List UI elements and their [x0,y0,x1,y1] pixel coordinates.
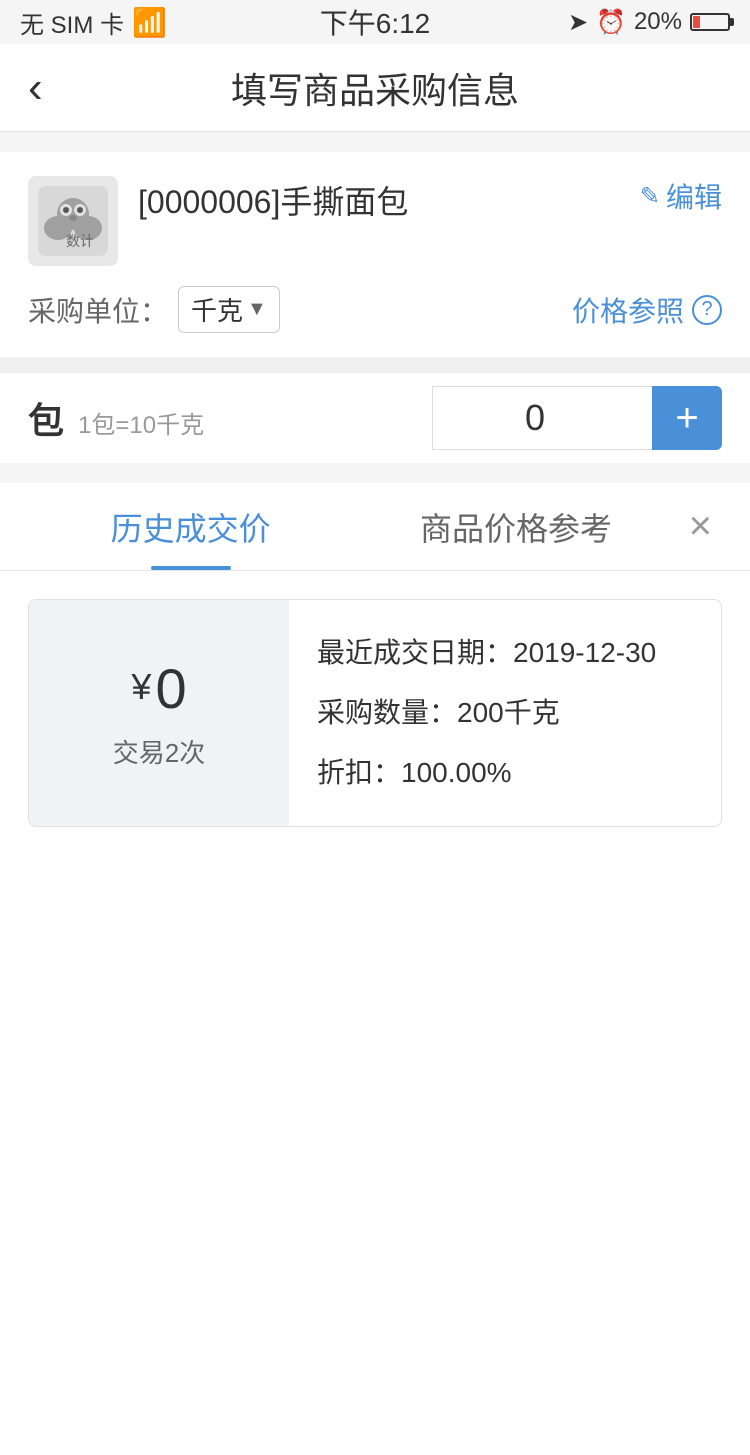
qty-right: + [432,386,722,450]
info-icon: ? [692,295,722,325]
recent-date-value: 2019-12-30 [513,637,656,668]
unit-label: 采购单位： 千克 ▼ [28,286,280,333]
back-icon: ‹ [28,63,43,113]
svg-text:数计: 数计 [66,233,94,249]
history-card: ¥ 0 交易2次 最近成交日期：2019-12-30 采购数量：200千克 折扣… [28,599,722,827]
tab-header: 历史成交价 商品价格参考 × [0,483,750,571]
alarm-icon: ⏰ [596,8,626,37]
qty-plus-button[interactable]: + [652,386,722,450]
battery-indicator [690,13,730,31]
plus-icon: + [675,396,698,441]
history-content: ¥ 0 交易2次 最近成交日期：2019-12-30 采购数量：200千克 折扣… [0,571,750,855]
sim-label: 无 SIM 卡 [20,5,124,40]
discount-label: 折扣： [317,757,401,788]
product-meta: 采购单位： 千克 ▼ 价格参照 ? [28,286,722,333]
tab-history-label: 历史成交价 [111,504,271,550]
tab-price-ref-label: 商品价格参考 [420,504,612,550]
back-button[interactable]: ‹ [28,63,43,113]
edit-button[interactable]: ✎ 编辑 [640,176,722,216]
price-symbol: ¥ [131,666,151,708]
price-display: ¥ 0 [131,656,186,721]
product-thumbnail: 数计 [28,176,118,266]
qty-unit-desc: 1包=10千克 [78,405,204,440]
nav-bar: ‹ 填写商品采购信息 [0,44,750,132]
recent-date-label: 最近成交日期： [317,637,513,668]
close-icon: × [689,504,712,548]
unit-select[interactable]: 千克 ▼ [178,286,280,333]
tab-section: 历史成交价 商品价格参考 × ¥ 0 交易2次 最近成交日期：2019-12-3… [0,483,750,855]
status-bar: 无 SIM 卡 📶 下午6:12 ➤ ⏰ 20% [0,0,750,44]
price-ref-label: 价格参照 [572,290,684,330]
product-logo: 数计 [38,186,108,256]
status-right: ➤ ⏰ 20% [568,8,730,37]
status-left: 无 SIM 卡 📶 [20,5,167,40]
product-name: [0000006]手撕面包 [138,180,408,225]
tab-history-price[interactable]: 历史成交价 [28,483,353,570]
section-divider [0,357,750,373]
battery-pct: 20% [634,8,682,36]
product-section: 数计 [0000006]手撕面包 ✎ 编辑 采购单位： 千克 ▼ 价格参照 ? [0,152,750,357]
page-title: 填写商品采购信息 [231,62,519,114]
edit-label: 编辑 [666,176,722,216]
qty-detail-value: 200千克 [457,697,560,728]
quantity-section: 包 1包=10千克 + [0,373,750,463]
page-background [0,855,750,1455]
location-icon: ➤ [568,8,588,37]
wifi-icon: 📶 [132,6,167,39]
qty-left: 包 1包=10千克 [28,392,204,444]
product-header: 数计 [0000006]手撕面包 ✎ 编辑 [28,176,722,266]
trade-count: 交易2次 [113,733,205,770]
card-detail: 最近成交日期：2019-12-30 采购数量：200千克 折扣：100.00% [289,600,721,826]
tab-close-button[interactable]: × [679,504,722,549]
qty-unit: 包 [28,392,64,444]
tab-active-indicator [151,566,231,570]
tab-price-ref[interactable]: 商品价格参考 [353,483,678,570]
discount-row: 折扣：100.00% [317,752,693,794]
status-time: 下午6:12 [320,2,431,42]
price-value: 0 [155,656,186,721]
product-left: 数计 [0000006]手撕面包 [28,176,408,266]
unit-value: 千克 [191,291,243,328]
recent-date-row: 最近成交日期：2019-12-30 [317,632,693,674]
qty-row: 采购数量：200千克 [317,692,693,734]
chevron-down-icon: ▼ [247,298,267,321]
price-ref-button[interactable]: 价格参照 ? [572,290,722,330]
discount-value: 100.00% [401,757,512,788]
qty-detail-label: 采购数量： [317,697,457,728]
quantity-input[interactable] [432,386,652,450]
card-price-summary: ¥ 0 交易2次 [29,600,289,826]
edit-icon: ✎ [640,182,660,211]
